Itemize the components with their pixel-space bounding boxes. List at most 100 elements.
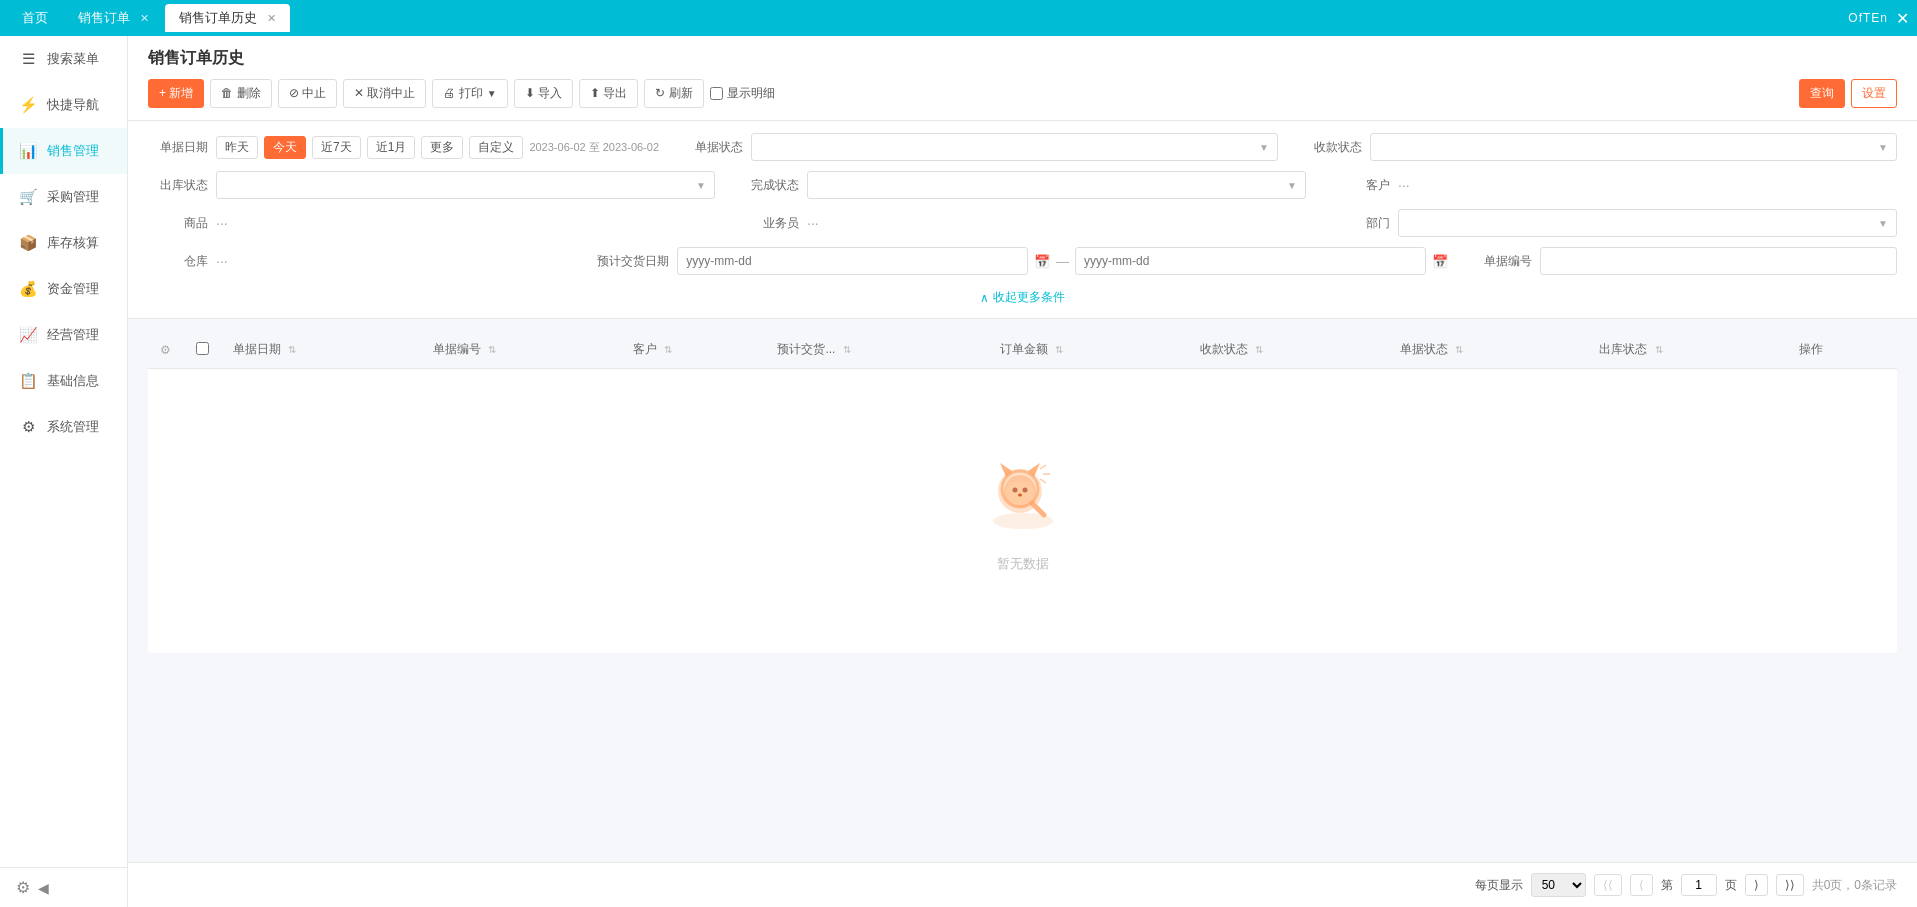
th-delivery-status[interactable]: 出库状态 ⇅	[1587, 331, 1787, 369]
filter-delivery-status-control: ▼	[216, 171, 715, 199]
tab-sales-order-close[interactable]: ✕	[140, 12, 149, 25]
svg-point-9	[1022, 488, 1027, 493]
sidebar-item-finance[interactable]: 💰 资金管理	[0, 266, 127, 312]
sidebar-item-search-menu[interactable]: ☰ 搜索菜单	[0, 36, 127, 82]
th-customer[interactable]: 客户 ⇅	[621, 331, 766, 369]
per-page-label: 每页显示	[1475, 877, 1523, 894]
collapse-label: 收起更多条件	[993, 289, 1065, 306]
filter-warehouse: 仓库 ···	[148, 253, 573, 270]
often-label: OfTEn	[1848, 11, 1888, 25]
th-date[interactable]: 单据日期 ⇅	[221, 331, 421, 369]
sidebar-settings-icon[interactable]: ⚙	[16, 878, 30, 897]
date-btn-more[interactable]: 更多	[421, 136, 463, 159]
sidebar-item-purchase-mgmt[interactable]: 🛒 采购管理	[0, 174, 127, 220]
th-order-status[interactable]: 单据状态 ⇅	[1388, 331, 1588, 369]
select-all-checkbox[interactable]	[196, 342, 209, 355]
show-detail-checkbox[interactable]	[710, 87, 723, 100]
expected-delivery-end-input[interactable]	[1075, 247, 1426, 275]
th-order-status-label: 单据状态	[1400, 342, 1448, 356]
page-title: 销售订单历史	[148, 48, 1897, 69]
sidebar-item-sales-mgmt[interactable]: 📊 销售管理	[0, 128, 127, 174]
table-settings-icon[interactable]: ⚙	[160, 343, 171, 357]
sort-number-icon[interactable]: ⇅	[488, 344, 496, 355]
expected-delivery-start-input[interactable]	[677, 247, 1028, 275]
topbar-close-icon[interactable]: ✕	[1896, 9, 1909, 28]
per-page-select[interactable]: 50 10 20 100	[1531, 873, 1586, 897]
empty-state-text: 暂无数据	[997, 555, 1049, 573]
page-last-button[interactable]: ⟩⟩	[1776, 874, 1804, 896]
product-dots-btn[interactable]: ···	[216, 215, 228, 231]
sidebar-item-sys-mgmt[interactable]: ⚙ 系统管理	[0, 404, 127, 450]
sidebar-expand-icon[interactable]: ◀	[38, 880, 49, 896]
show-detail-label: 显示明细	[727, 85, 775, 102]
page-prev-button[interactable]: ⟨	[1630, 874, 1653, 896]
print-button[interactable]: 🖨 打印 ▼	[432, 79, 507, 108]
page-first-button[interactable]: ⟨⟨	[1594, 874, 1622, 896]
sort-expected-delivery-icon[interactable]: ⇅	[843, 344, 851, 355]
sort-delivery-status-icon[interactable]: ⇅	[1655, 344, 1663, 355]
collapse-row[interactable]: ∧ 收起更多条件	[148, 285, 1897, 306]
th-amount[interactable]: 订单金额 ⇅	[988, 331, 1188, 369]
svg-point-8	[1012, 488, 1017, 493]
sort-payment-status-icon[interactable]: ⇅	[1255, 344, 1263, 355]
th-expected-delivery[interactable]: 预计交货... ⇅	[765, 331, 988, 369]
th-settings[interactable]: ⚙	[148, 331, 184, 369]
new-button[interactable]: + 新增	[148, 79, 204, 108]
customer-dots-btn[interactable]: ···	[1398, 177, 1410, 193]
delete-button[interactable]: 🗑 删除	[210, 79, 271, 108]
tab-sales-order-history-close[interactable]: ✕	[267, 12, 276, 25]
refresh-button[interactable]: ↻ 刷新	[644, 79, 703, 108]
import-button[interactable]: ⬇ 导入	[514, 79, 573, 108]
delivery-status-select[interactable]: ▼	[216, 171, 715, 199]
department-select[interactable]: ▼	[1398, 209, 1897, 237]
calendar-start-icon[interactable]: 📅	[1034, 254, 1050, 269]
date-btn-last7[interactable]: 近7天	[312, 136, 361, 159]
page-next-button[interactable]: ⟩	[1745, 874, 1768, 896]
date-btn-custom[interactable]: 自定义	[469, 136, 523, 159]
page-number-input[interactable]	[1681, 874, 1717, 896]
sort-order-status-icon[interactable]: ⇅	[1455, 344, 1463, 355]
sort-amount-icon[interactable]: ⇅	[1055, 344, 1063, 355]
filter-product-label: 商品	[148, 215, 208, 232]
date-btn-today[interactable]: 今天	[264, 136, 306, 159]
th-number[interactable]: 单据编号 ⇅	[421, 331, 621, 369]
salesperson-dots-btn[interactable]: ···	[807, 215, 819, 231]
sidebar-item-quick-nav[interactable]: ⚡ 快捷导航	[0, 82, 127, 128]
filter-salesperson: 业务员 ···	[739, 215, 1306, 232]
export-button[interactable]: ⬆ 导出	[579, 79, 638, 108]
suspend-button[interactable]: ⊘ 中止	[278, 79, 337, 108]
sort-date-icon[interactable]: ⇅	[288, 344, 296, 355]
th-customer-label: 客户	[633, 342, 657, 356]
filter-order-number-control	[1540, 247, 1897, 275]
sidebar-item-sales-mgmt-label: 销售管理	[47, 142, 99, 160]
calendar-end-icon[interactable]: 📅	[1432, 254, 1448, 269]
order-status-select[interactable]: ▼	[751, 133, 1278, 161]
empty-state-row: 暂无数据	[148, 369, 1897, 654]
tab-home[interactable]: 首页	[8, 4, 62, 32]
page-suffix: 页	[1725, 877, 1737, 894]
tab-sales-order-history[interactable]: 销售订单历史 ✕	[165, 4, 290, 32]
show-detail-checkbox-wrapper: 显示明细	[710, 85, 775, 102]
tab-sales-order[interactable]: 销售订单 ✕	[64, 4, 163, 32]
sort-customer-icon[interactable]: ⇅	[664, 344, 672, 355]
payment-status-chevron: ▼	[1878, 142, 1888, 153]
filter-date-label: 单据日期	[148, 139, 208, 156]
th-checkbox[interactable]	[184, 331, 221, 369]
sidebar-item-inventory[interactable]: 📦 库存核算	[0, 220, 127, 266]
empty-state: 暂无数据	[148, 369, 1897, 653]
warehouse-dots-btn[interactable]: ···	[216, 253, 228, 269]
date-btn-last1m[interactable]: 近1月	[367, 136, 416, 159]
date-btn-yesterday[interactable]: 昨天	[216, 136, 258, 159]
query-button[interactable]: 查询	[1799, 79, 1845, 108]
delivery-status-chevron: ▼	[696, 180, 706, 191]
order-number-input[interactable]	[1540, 247, 1897, 275]
th-payment-status[interactable]: 收款状态 ⇅	[1188, 331, 1388, 369]
sidebar-item-basic-info[interactable]: 📋 基础信息	[0, 358, 127, 404]
payment-status-select[interactable]: ▼	[1370, 133, 1897, 161]
sidebar-item-operations[interactable]: 📈 经营管理	[0, 312, 127, 358]
toolbar: + 新增 🗑 删除 ⊘ 中止 ✕ 取消中止 🖨 打印 ▼ ⬇ 导入 ⬆ 导出 ↻…	[148, 79, 1897, 108]
settings-button[interactable]: 设置	[1851, 79, 1897, 108]
filter-order-number-label: 单据编号	[1472, 253, 1532, 270]
cancel-suspend-button[interactable]: ✕ 取消中止	[343, 79, 426, 108]
completion-status-select[interactable]: ▼	[807, 171, 1306, 199]
